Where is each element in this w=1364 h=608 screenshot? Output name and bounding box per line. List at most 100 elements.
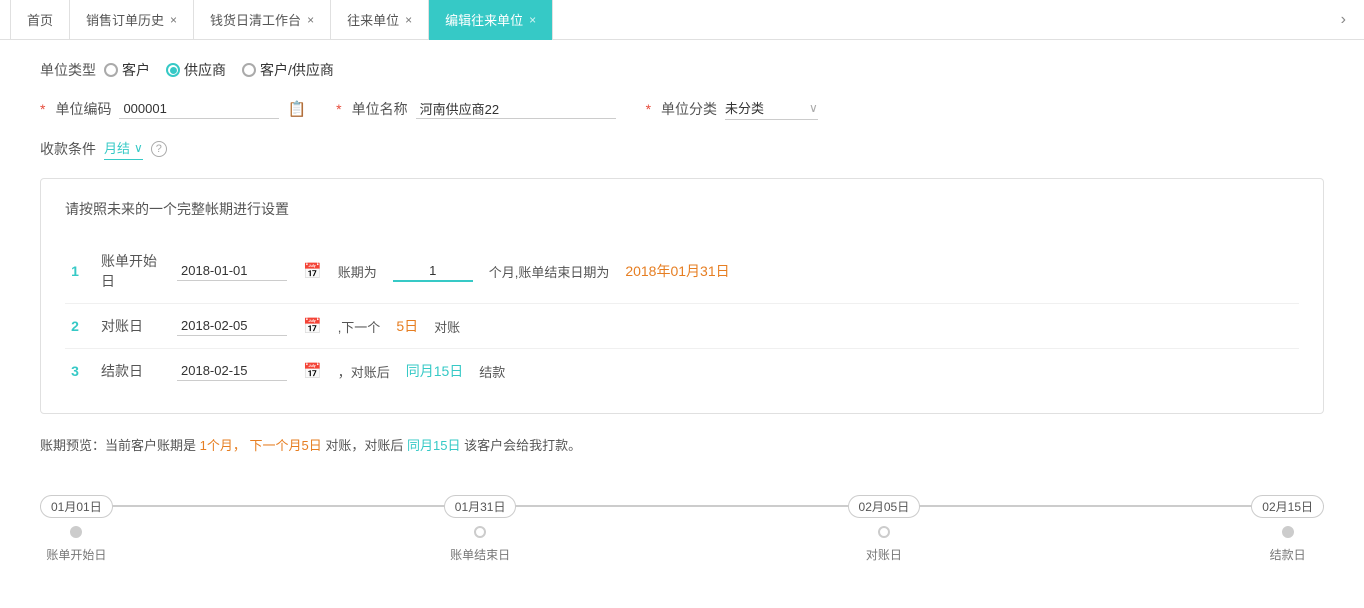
unit-cat-value: 未分类 — [725, 98, 805, 117]
unit-type-radio-group: 客户 供应商 客户/供应商 — [104, 60, 334, 80]
period-row-3-highlight: 同月15日 — [406, 361, 464, 381]
payment-value: 月结 — [104, 138, 130, 157]
timeline-point-3: 02月05日 对账日 — [848, 495, 921, 563]
tab-cash-work-close[interactable]: × — [307, 13, 314, 27]
period-row-1-prefix: 账期为 — [338, 262, 377, 281]
unit-name-label: 单位名称 — [352, 99, 408, 119]
timeline-point-1: 01月01日 账单开始日 — [40, 495, 113, 563]
tabs-bar: 首页 销售订单历史 × 钱货日清工作台 × 往来单位 × 编辑往来单位 × › — [0, 0, 1364, 40]
timeline: 01月01日 账单开始日 01月31日 账单结束日 02月05日 对账日 02月… — [40, 485, 1324, 583]
radio-customer-circle — [104, 63, 118, 77]
timeline-point-2: 01月31日 账单结束日 — [444, 495, 517, 563]
code-name-cat-row: * 单位编码 📋 * 单位名称 * 单位分类 未分类 ∨ — [40, 98, 1324, 120]
preview-part3: 同月15日 — [407, 438, 460, 453]
period-row-1: 1 账单开始日 📅 账期为 个月,账单结束日期为 2018年01月31日 — [65, 239, 1299, 304]
radio-supplier-circle — [166, 63, 180, 77]
unit-code-star: * — [40, 101, 45, 117]
tabs-more-button[interactable]: › — [1333, 11, 1354, 29]
radio-both-circle — [242, 63, 256, 77]
payment-help-icon[interactable]: ? — [151, 141, 167, 157]
preview-end: 该客户会给我打款。 — [464, 438, 581, 453]
preview-part1: 1个月， — [200, 438, 246, 453]
tab-partner-close[interactable]: × — [405, 13, 412, 27]
unit-code-group: * 单位编码 📋 — [40, 99, 306, 119]
unit-code-input[interactable] — [119, 99, 279, 119]
tl-label-4: 结款日 — [1270, 546, 1306, 563]
unit-cat-dropdown-arrow[interactable]: ∨ — [809, 101, 818, 115]
tl-dot-2 — [474, 526, 486, 538]
unit-name-group: * 单位名称 — [336, 99, 615, 119]
tab-cash-work[interactable]: 钱货日清工作台 × — [194, 0, 331, 40]
tab-sales-history[interactable]: 销售订单历史 × — [70, 0, 194, 40]
unit-type-label: 单位类型 — [40, 60, 96, 80]
preview-section: 账期预览：当前客户账期是 1个月， 下一个月5日 对账，对账后 同月15日 该客… — [40, 434, 1324, 457]
unit-cat-select[interactable]: 未分类 ∨ — [725, 98, 818, 120]
unit-type-group: 单位类型 客户 供应商 客户/供应商 — [40, 60, 334, 80]
tab-cash-work-label: 钱货日清工作台 — [210, 10, 301, 29]
unit-cat-star: * — [646, 101, 651, 117]
tl-dot-3 — [878, 526, 890, 538]
period-card: 请按照未来的一个完整帐期进行设置 1 账单开始日 📅 账期为 个月,账单结束日期… — [40, 178, 1324, 414]
unit-name-input[interactable] — [416, 99, 616, 119]
period-row-1-cal-icon[interactable]: 📅 — [303, 262, 322, 280]
period-row-3: 3 结款日 📅 ，对账后 同月15日 结款 — [65, 349, 1299, 393]
preview-label: 账期预览：当前客户账期是 — [40, 438, 196, 453]
tab-sales-history-label: 销售订单历史 — [86, 10, 164, 29]
tab-home[interactable]: 首页 — [10, 0, 70, 40]
period-row-3-cal-icon[interactable]: 📅 — [303, 362, 322, 380]
payment-select[interactable]: 月结 ∨ — [104, 138, 143, 160]
tl-label-3: 对账日 — [866, 546, 902, 563]
preview-part2: 下一个月5日 — [250, 438, 322, 453]
period-num-input[interactable] — [393, 261, 473, 282]
radio-both[interactable]: 客户/供应商 — [242, 60, 334, 80]
period-row-2-cal-icon[interactable]: 📅 — [303, 317, 322, 335]
payment-dropdown-arrow[interactable]: ∨ — [134, 141, 143, 155]
radio-customer[interactable]: 客户 — [104, 60, 150, 80]
period-row-3-num: 3 — [65, 363, 85, 379]
unit-code-label: 单位编码 — [55, 99, 111, 119]
tl-dot-4 — [1282, 526, 1294, 538]
tl-badge-3: 02月05日 — [848, 495, 921, 518]
tab-edit-partner[interactable]: 编辑往来单位 × — [429, 0, 553, 40]
tl-badge-4: 02月15日 — [1251, 495, 1324, 518]
period-row-1-num: 1 — [65, 263, 85, 279]
payment-label: 收款条件 — [40, 139, 96, 159]
period-row-1-label: 账单开始日 — [101, 251, 161, 291]
period-card-title: 请按照未来的一个完整帐期进行设置 — [65, 199, 1299, 219]
radio-supplier[interactable]: 供应商 — [166, 60, 226, 80]
tab-sales-history-close[interactable]: × — [170, 13, 177, 27]
unit-cat-label: 单位分类 — [661, 99, 717, 119]
radio-supplier-label: 供应商 — [184, 60, 226, 80]
tab-partner[interactable]: 往来单位 × — [331, 0, 429, 40]
period-row-2-label: 对账日 — [101, 316, 161, 336]
radio-customer-label: 客户 — [122, 60, 150, 80]
unit-type-row: 单位类型 客户 供应商 客户/供应商 — [40, 60, 1324, 80]
tl-badge-1: 01月01日 — [40, 495, 113, 518]
unit-name-star: * — [336, 101, 341, 117]
radio-both-label: 客户/供应商 — [260, 60, 334, 80]
period-row-2-num: 2 — [65, 318, 85, 334]
tab-edit-partner-close[interactable]: × — [529, 13, 536, 27]
tab-home-label: 首页 — [27, 10, 53, 29]
period-row-1-end-date: 2018年01月31日 — [625, 261, 729, 281]
tab-partner-label: 往来单位 — [347, 10, 399, 29]
unit-category-group: * 单位分类 未分类 ∨ — [646, 98, 818, 120]
tab-edit-partner-label: 编辑往来单位 — [445, 10, 523, 29]
period-row-2-date[interactable] — [177, 316, 287, 336]
tl-label-1: 账单开始日 — [46, 546, 106, 563]
period-row-1-date[interactable] — [177, 261, 287, 281]
main-content: 单位类型 客户 供应商 客户/供应商 * 单位编码 — [0, 40, 1364, 608]
unit-code-calendar-icon[interactable]: 📋 — [287, 100, 306, 118]
period-row-2-prefix: ,下一个 — [338, 317, 381, 336]
timeline-points: 01月01日 账单开始日 01月31日 账单结束日 02月05日 对账日 02月… — [40, 495, 1324, 563]
tl-dot-1 — [70, 526, 82, 538]
period-row-3-label: 结款日 — [101, 361, 161, 381]
tl-badge-2: 01月31日 — [444, 495, 517, 518]
period-row-2-suffix: 对账 — [434, 317, 460, 336]
tl-label-2: 账单结束日 — [450, 546, 510, 563]
period-row-2-highlight: 5日 — [396, 316, 418, 336]
timeline-point-4: 02月15日 结款日 — [1251, 495, 1324, 563]
period-row-3-prefix: ，对账后 — [338, 362, 390, 381]
payment-row: 收款条件 月结 ∨ ? — [40, 138, 1324, 160]
period-row-3-date[interactable] — [177, 361, 287, 381]
